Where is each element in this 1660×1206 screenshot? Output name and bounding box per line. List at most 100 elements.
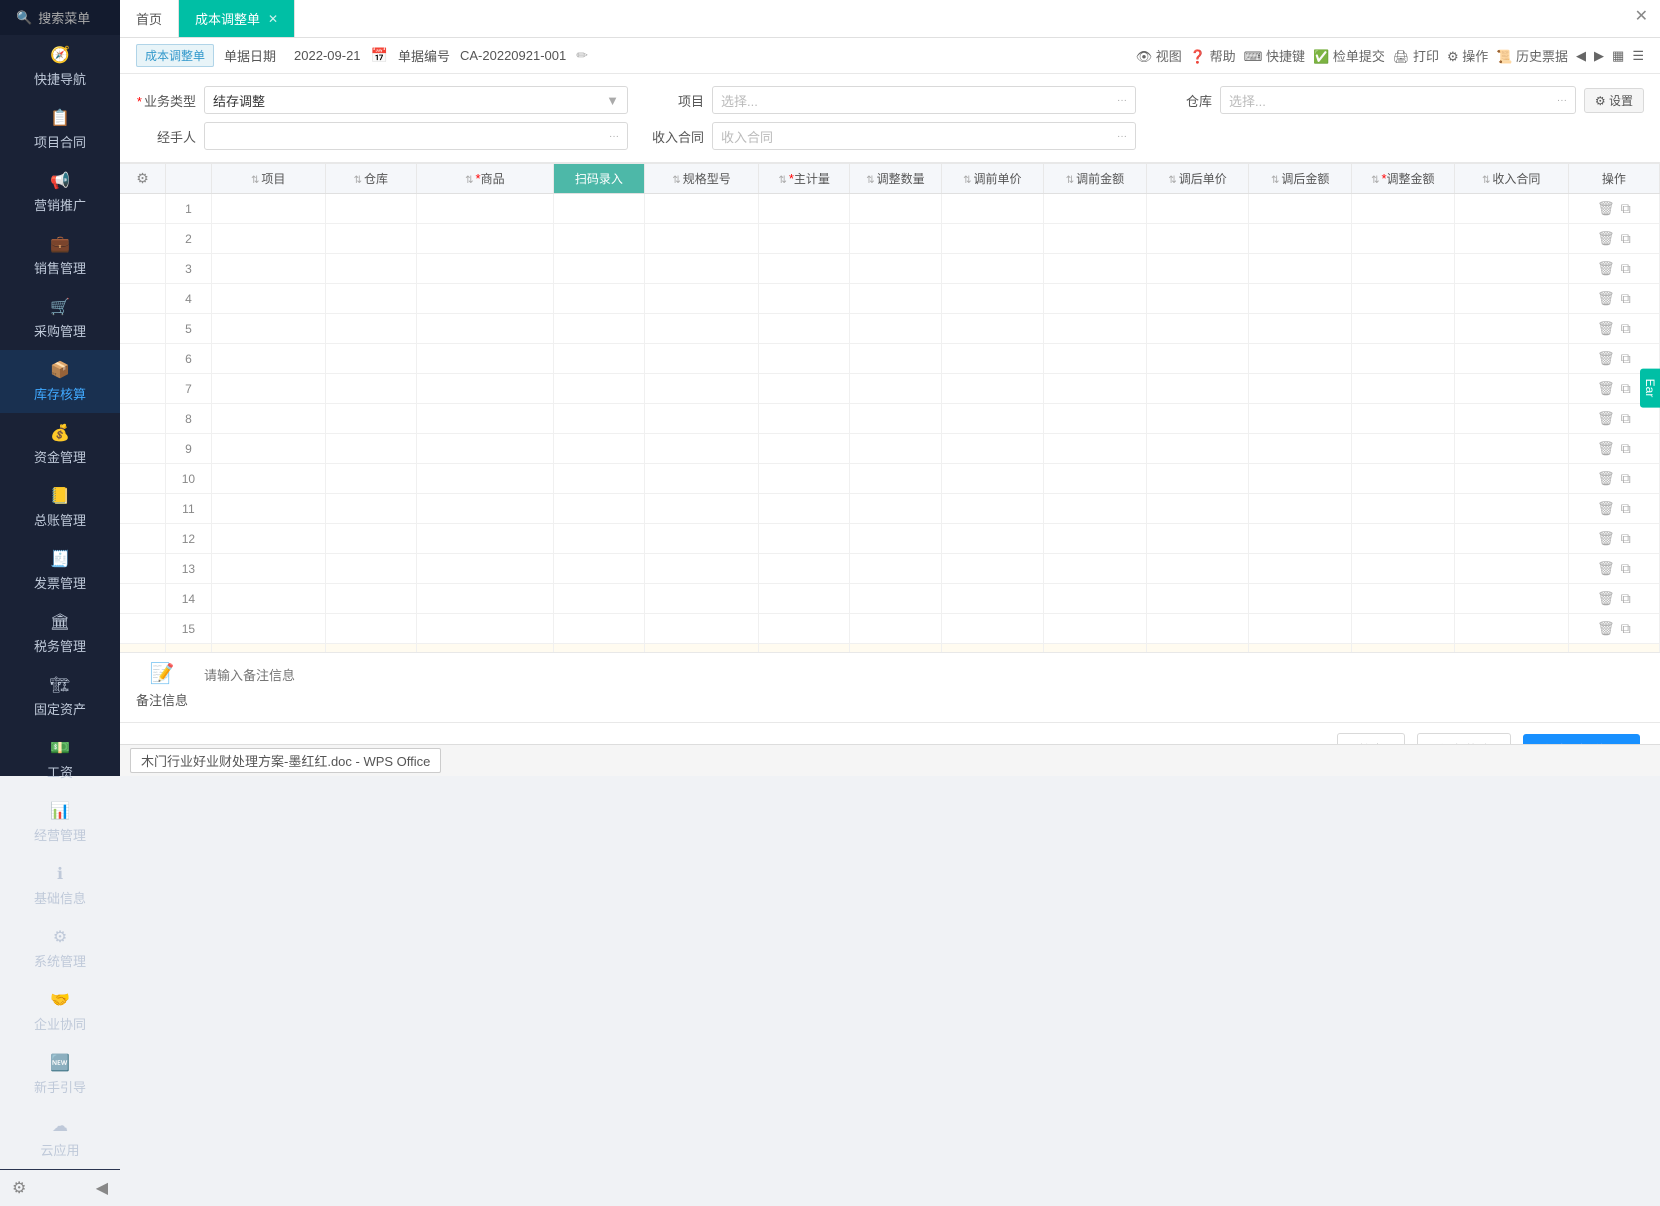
- row-project-cell[interactable]: [211, 284, 325, 314]
- sidebar-item-project-contract[interactable]: 📋项目合同: [0, 98, 120, 161]
- sidebar-item-sales[interactable]: 💼销售管理: [0, 224, 120, 287]
- col-header-scan[interactable]: 扫码录入: [553, 164, 644, 194]
- row-before-amount-cell[interactable]: [1044, 584, 1147, 614]
- row-product-cell[interactable]: [416, 524, 553, 554]
- grid-view-icon[interactable]: ▦: [1612, 48, 1624, 64]
- row-scan-cell[interactable]: [553, 524, 644, 554]
- row-spec-cell[interactable]: [645, 194, 759, 224]
- row-after-amount-cell[interactable]: [1249, 284, 1352, 314]
- row-product-cell[interactable]: [416, 344, 553, 374]
- row-project-cell[interactable]: [211, 614, 325, 644]
- edit-icon[interactable]: ✏: [576, 47, 588, 64]
- row-income-contract-cell[interactable]: [1454, 374, 1568, 404]
- settings-icon[interactable]: ⚙: [12, 1178, 26, 1198]
- row-project-cell[interactable]: [211, 254, 325, 284]
- row-adjust-amount-cell[interactable]: [1352, 194, 1455, 224]
- row-after-price-cell[interactable]: [1146, 374, 1249, 404]
- action-operations[interactable]: ⚙ 操作: [1447, 46, 1488, 65]
- row-after-amount-cell[interactable]: [1249, 404, 1352, 434]
- col-header-setting[interactable]: ⚙: [120, 164, 166, 194]
- row-after-amount-cell[interactable]: [1249, 224, 1352, 254]
- row-before-price-cell[interactable]: [941, 314, 1044, 344]
- delete-row-icon[interactable]: 🗑: [1597, 530, 1615, 547]
- tab-home[interactable]: 首页: [120, 0, 179, 37]
- row-unit-cell[interactable]: [759, 434, 850, 464]
- row-after-price-cell[interactable]: [1146, 284, 1249, 314]
- row-spec-cell[interactable]: [645, 614, 759, 644]
- row-warehouse-cell[interactable]: [325, 614, 416, 644]
- row-project-cell[interactable]: [211, 464, 325, 494]
- row-adjust-amount-cell[interactable]: [1352, 614, 1455, 644]
- row-scan-cell[interactable]: [553, 464, 644, 494]
- row-unit-cell[interactable]: [759, 404, 850, 434]
- row-qty-cell[interactable]: [850, 434, 941, 464]
- sidebar-item-ledger[interactable]: 📒总账管理: [0, 476, 120, 539]
- row-qty-cell[interactable]: [850, 614, 941, 644]
- row-scan-cell[interactable]: [553, 224, 644, 254]
- row-warehouse-cell[interactable]: [325, 374, 416, 404]
- row-project-cell[interactable]: [211, 494, 325, 524]
- row-project-cell[interactable]: [211, 434, 325, 464]
- row-qty-cell[interactable]: [850, 524, 941, 554]
- row-unit-cell[interactable]: [759, 284, 850, 314]
- row-after-amount-cell[interactable]: [1249, 464, 1352, 494]
- row-after-amount-cell[interactable]: [1249, 494, 1352, 524]
- row-product-cell[interactable]: [416, 614, 553, 644]
- row-product-cell[interactable]: [416, 224, 553, 254]
- delete-row-icon[interactable]: 🗑: [1597, 200, 1615, 217]
- row-project-cell[interactable]: [211, 584, 325, 614]
- action-history[interactable]: 📜 历史票据: [1496, 46, 1568, 65]
- copy-row-icon[interactable]: ⧉: [1621, 500, 1631, 517]
- row-after-price-cell[interactable]: [1146, 254, 1249, 284]
- row-before-price-cell[interactable]: [941, 404, 1044, 434]
- sidebar-item-cloud[interactable]: ☁云应用: [0, 1106, 120, 1169]
- row-before-amount-cell[interactable]: [1044, 284, 1147, 314]
- row-income-contract-cell[interactable]: [1454, 284, 1568, 314]
- row-unit-cell[interactable]: [759, 614, 850, 644]
- row-project-cell[interactable]: [211, 374, 325, 404]
- row-warehouse-cell[interactable]: [325, 584, 416, 614]
- sidebar-item-inventory[interactable]: 📦库存核算: [0, 350, 120, 413]
- sidebar-item-guide[interactable]: 🆕新手引导: [0, 1043, 120, 1106]
- row-product-cell[interactable]: [416, 314, 553, 344]
- row-income-contract-cell[interactable]: [1454, 494, 1568, 524]
- row-product-cell[interactable]: [416, 494, 553, 524]
- row-warehouse-cell[interactable]: [325, 314, 416, 344]
- row-before-price-cell[interactable]: [941, 374, 1044, 404]
- action-help[interactable]: ❓ 帮助: [1190, 46, 1236, 65]
- row-product-cell[interactable]: [416, 554, 553, 584]
- row-after-price-cell[interactable]: [1146, 224, 1249, 254]
- nav-prev-icon[interactable]: ◀: [1576, 48, 1586, 64]
- row-after-price-cell[interactable]: [1146, 464, 1249, 494]
- row-product-cell[interactable]: [416, 284, 553, 314]
- row-after-amount-cell[interactable]: [1249, 314, 1352, 344]
- row-before-price-cell[interactable]: [941, 254, 1044, 284]
- row-spec-cell[interactable]: [645, 374, 759, 404]
- row-spec-cell[interactable]: [645, 434, 759, 464]
- row-scan-cell[interactable]: [553, 554, 644, 584]
- delete-row-icon[interactable]: 🗑: [1597, 560, 1615, 577]
- sidebar-item-quick-nav[interactable]: 🧭快捷导航: [0, 35, 120, 98]
- project-input[interactable]: 选择... ···: [712, 86, 1136, 114]
- sidebar-item-payroll[interactable]: 💵工资: [0, 728, 120, 791]
- row-project-cell[interactable]: [211, 554, 325, 584]
- row-scan-cell[interactable]: [553, 614, 644, 644]
- row-scan-cell[interactable]: [553, 434, 644, 464]
- row-spec-cell[interactable]: [645, 524, 759, 554]
- calendar-icon[interactable]: 📅: [371, 47, 388, 64]
- row-scan-cell[interactable]: [553, 494, 644, 524]
- window-close-btn[interactable]: ✕: [1623, 0, 1660, 32]
- row-before-amount-cell[interactable]: [1044, 494, 1147, 524]
- row-income-contract-cell[interactable]: [1454, 554, 1568, 584]
- row-unit-cell[interactable]: [759, 464, 850, 494]
- row-after-price-cell[interactable]: [1146, 554, 1249, 584]
- row-scan-cell[interactable]: [553, 194, 644, 224]
- row-after-price-cell[interactable]: [1146, 194, 1249, 224]
- row-after-amount-cell[interactable]: [1249, 524, 1352, 554]
- row-before-amount-cell[interactable]: [1044, 464, 1147, 494]
- row-before-price-cell[interactable]: [941, 554, 1044, 584]
- delete-row-icon[interactable]: 🗑: [1597, 440, 1615, 457]
- row-qty-cell[interactable]: [850, 194, 941, 224]
- row-income-contract-cell[interactable]: [1454, 584, 1568, 614]
- delete-row-icon[interactable]: 🗑: [1597, 260, 1615, 277]
